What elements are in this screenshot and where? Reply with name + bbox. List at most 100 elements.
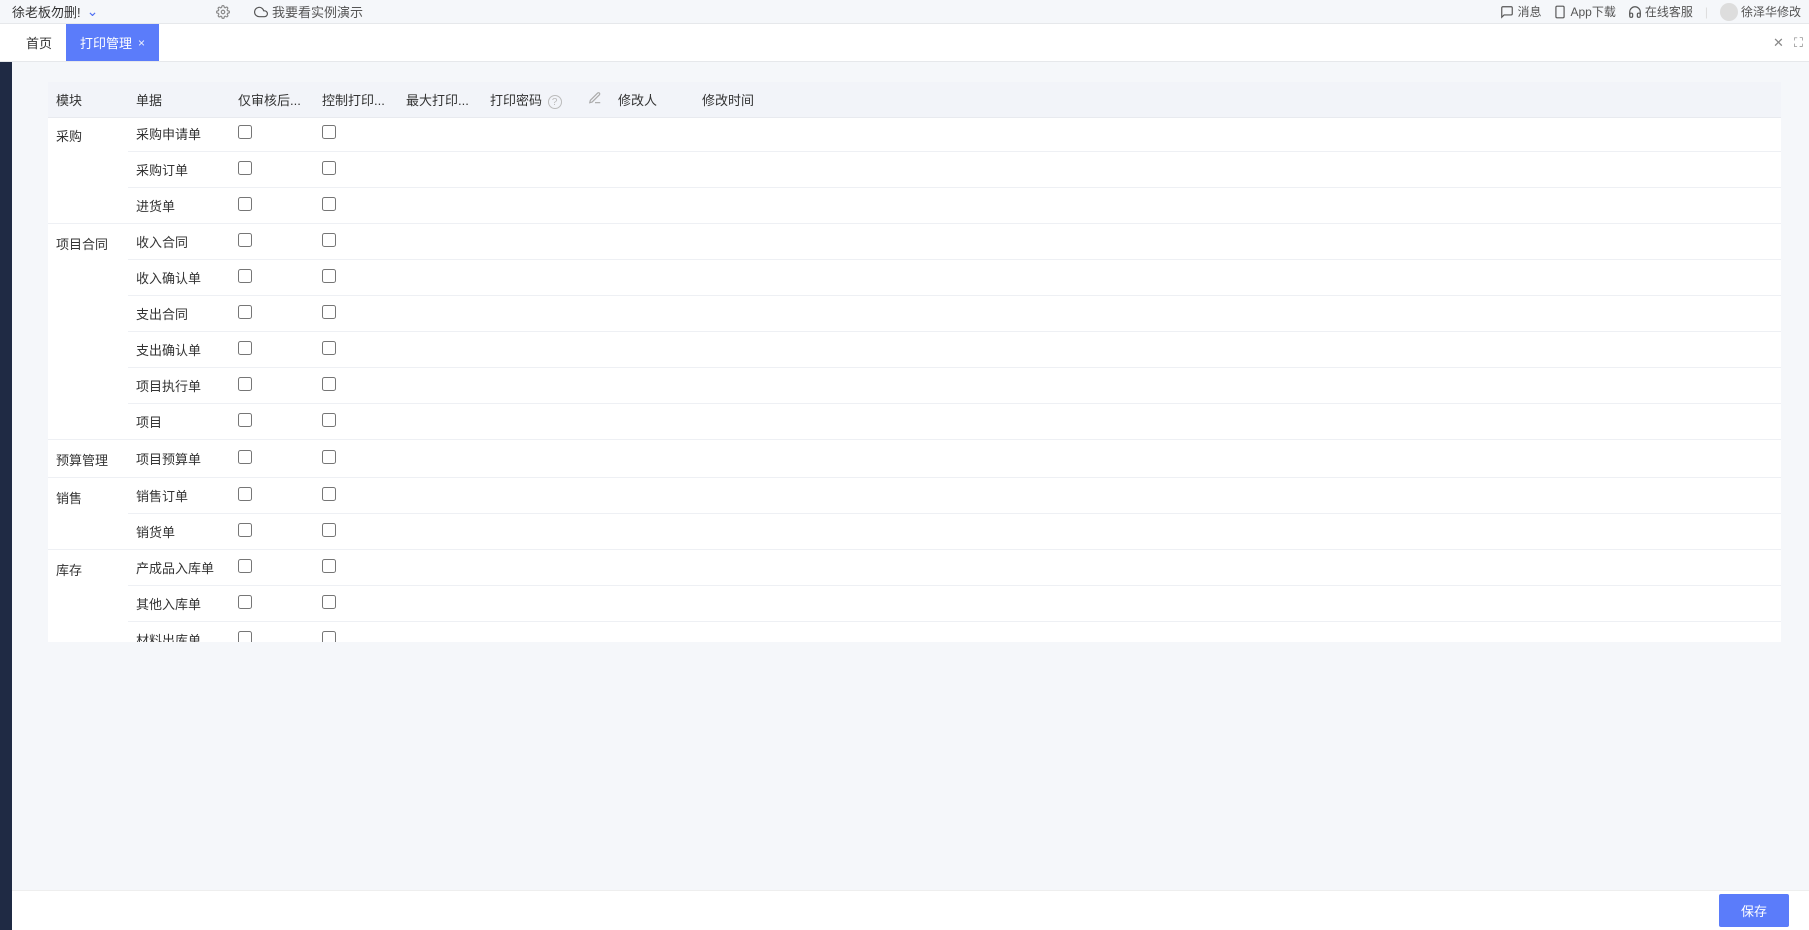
print-password-cell [482, 116, 610, 152]
online-service-link[interactable]: 在线客服 [1628, 3, 1693, 20]
audit-only-cell [230, 586, 314, 622]
audit-only-checkbox[interactable] [238, 631, 252, 642]
audit-only-checkbox[interactable] [238, 523, 252, 537]
control-print-cell [314, 550, 398, 586]
control-print-checkbox[interactable] [322, 341, 336, 355]
audit-only-cell [230, 550, 314, 586]
modified-time-cell [694, 440, 1781, 478]
control-print-cell [314, 404, 398, 440]
user-menu[interactable]: 徐泽华修改 [1720, 3, 1801, 21]
control-print-checkbox[interactable] [322, 523, 336, 537]
control-print-checkbox[interactable] [322, 161, 336, 175]
th-control-print: 控制打印... [314, 82, 398, 118]
main-content: 模块 单据 仅审核后... 控制打印... 最大打印... 打印密码 ? 修改 [12, 62, 1809, 890]
audit-only-checkbox[interactable] [238, 559, 252, 573]
table-row: 销售销售订单 [48, 478, 1781, 514]
audit-only-checkbox[interactable] [238, 125, 252, 139]
audit-only-checkbox[interactable] [238, 450, 252, 464]
table-wrap: 模块 单据 仅审核后... 控制打印... 最大打印... 打印密码 ? 修改 [48, 82, 1781, 642]
modified-by-cell [610, 188, 694, 224]
control-print-checkbox[interactable] [322, 197, 336, 211]
document-cell: 项目 [128, 404, 230, 440]
close-all-icon[interactable]: ✕ [1773, 35, 1784, 51]
print-password-cell [482, 224, 610, 260]
table-row: 预算管理项目预算单 [48, 440, 1781, 478]
tab-print-management[interactable]: 打印管理 × [66, 24, 159, 61]
control-print-cell [314, 188, 398, 224]
audit-only-checkbox[interactable] [238, 305, 252, 319]
control-print-checkbox[interactable] [322, 125, 336, 139]
audit-only-cell [230, 368, 314, 404]
header-table: 模块 单据 仅审核后... 控制打印... 最大打印... 打印密码 ? 修改 [48, 82, 1781, 118]
max-print-cell [398, 586, 482, 622]
audit-only-checkbox[interactable] [238, 377, 252, 391]
control-print-checkbox[interactable] [322, 305, 336, 319]
control-print-checkbox[interactable] [322, 450, 336, 464]
module-cell: 销售 [48, 478, 128, 550]
control-print-checkbox[interactable] [322, 487, 336, 501]
modified-time-cell [694, 224, 1781, 260]
audit-only-checkbox[interactable] [238, 197, 252, 211]
document-cell: 支出合同 [128, 296, 230, 332]
th-document: 单据 [128, 82, 230, 118]
fullscreen-icon[interactable]: ⛶ [1794, 35, 1803, 51]
control-print-checkbox[interactable] [322, 631, 336, 642]
org-name-label: 徐老板勿删! [12, 2, 81, 21]
table-row: 采购订单 [48, 152, 1781, 188]
demo-link[interactable]: 我要看实例演示 [254, 2, 363, 21]
print-password-cell [482, 622, 610, 643]
messages-link[interactable]: 消息 [1500, 3, 1541, 20]
audit-only-cell [230, 296, 314, 332]
control-print-checkbox[interactable] [322, 559, 336, 573]
audit-only-checkbox[interactable] [238, 595, 252, 609]
control-print-checkbox[interactable] [322, 377, 336, 391]
module-cell: 项目合同 [48, 224, 128, 440]
control-print-checkbox[interactable] [322, 595, 336, 609]
footer-bar: 保存 [12, 890, 1809, 930]
audit-only-checkbox[interactable] [238, 487, 252, 501]
modified-time-cell [694, 332, 1781, 368]
audit-only-checkbox[interactable] [238, 269, 252, 283]
table-row: 采购采购申请单 [48, 116, 1781, 152]
audit-only-cell [230, 152, 314, 188]
modified-by-cell [610, 586, 694, 622]
body-table: 采购采购申请单采购订单进货单项目合同收入合同收入确认单支出合同支出确认单项目执行… [48, 116, 1781, 642]
audit-only-checkbox[interactable] [238, 161, 252, 175]
org-selector[interactable]: 徐老板勿删! ⌄ [8, 2, 208, 21]
table-row: 其他入库单 [48, 586, 1781, 622]
document-cell: 采购订单 [128, 152, 230, 188]
modified-by-cell [610, 224, 694, 260]
tab-home-label: 首页 [26, 33, 52, 52]
gear-icon[interactable] [216, 4, 230, 20]
cloud-icon [254, 5, 268, 19]
separator: | [1705, 5, 1708, 19]
max-print-cell [398, 188, 482, 224]
audit-only-checkbox[interactable] [238, 341, 252, 355]
modified-time-cell [694, 404, 1781, 440]
control-print-checkbox[interactable] [322, 233, 336, 247]
table-row: 支出确认单 [48, 332, 1781, 368]
max-print-cell [398, 404, 482, 440]
audit-only-checkbox[interactable] [238, 233, 252, 247]
table-row: 项目执行单 [48, 368, 1781, 404]
max-print-cell [398, 368, 482, 404]
table-row: 销货单 [48, 514, 1781, 550]
control-print-checkbox[interactable] [322, 269, 336, 283]
tab-home[interactable]: 首页 [12, 24, 66, 61]
top-header: 徐老板勿删! ⌄ 我要看实例演示 消息 App下载 在线客服 | 徐泽华修改 [0, 0, 1809, 24]
control-print-checkbox[interactable] [322, 413, 336, 427]
help-icon[interactable]: ? [548, 95, 562, 109]
modified-by-cell [610, 440, 694, 478]
save-button[interactable]: 保存 [1719, 894, 1789, 927]
close-icon[interactable]: × [138, 36, 145, 50]
table-row: 材料出库单 [48, 622, 1781, 643]
audit-only-cell [230, 188, 314, 224]
app-download-link[interactable]: App下载 [1553, 3, 1615, 20]
print-password-cell [482, 586, 610, 622]
edit-icon[interactable] [588, 90, 602, 105]
max-print-cell [398, 550, 482, 586]
table-body-scroll[interactable]: 采购采购申请单采购订单进货单项目合同收入合同收入确认单支出合同支出确认单项目执行… [48, 116, 1781, 642]
audit-only-checkbox[interactable] [238, 413, 252, 427]
print-password-cell [482, 332, 610, 368]
max-print-cell [398, 116, 482, 152]
